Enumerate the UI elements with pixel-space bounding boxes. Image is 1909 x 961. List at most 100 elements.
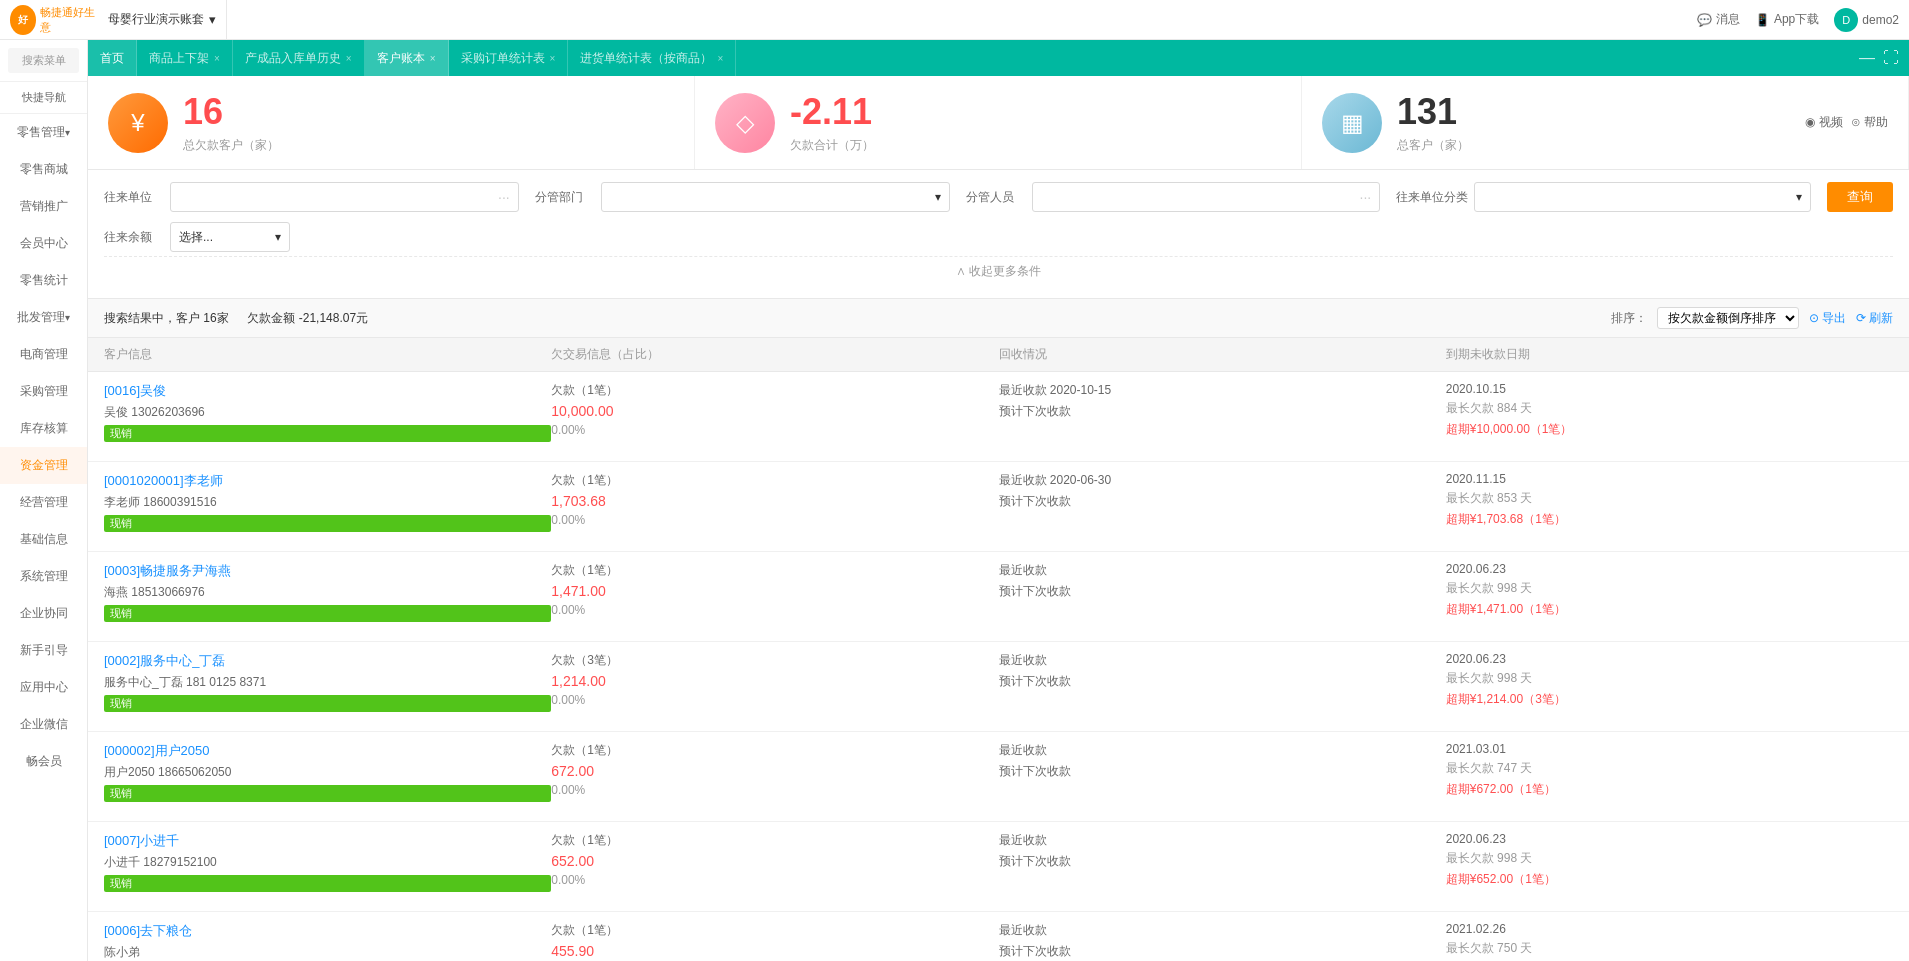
sidebar-item-purchase[interactable]: 采购管理 (0, 373, 87, 410)
sidebar-label: 零售商城 (20, 162, 68, 176)
balance-chevron-icon: ▾ (275, 230, 281, 244)
customer-link-0[interactable]: [0016]吴俊 (104, 382, 551, 400)
app-label: App下载 (1774, 11, 1819, 28)
search-menu-btn[interactable]: 搜索菜单 (8, 48, 79, 73)
overdue-amount-0[interactable]: 超期¥10,000.00（1笔） (1446, 421, 1893, 438)
message-icon: 💬 (1697, 13, 1712, 27)
app-download-btn[interactable]: 📱 App下载 (1755, 11, 1819, 28)
cell-customer-5: [0007]小进千 小进千 18279152100 现销 (104, 832, 551, 901)
cell-due-1: 2020.11.15 最长欠款 853 天 超期¥1,703.68（1笔） (1446, 472, 1893, 541)
sidebar-item-membership[interactable]: 畅会员 (0, 743, 87, 780)
user-btn[interactable]: D demo2 (1834, 8, 1899, 32)
last-repay-1: 最近收款 2020-06-30 (999, 472, 1446, 489)
customer-link-3[interactable]: [0002]服务中心_丁磊 (104, 652, 551, 670)
tab-customer-account[interactable]: 客户账本 × (365, 40, 449, 76)
dept-select[interactable]: ▾ (601, 182, 950, 212)
tab-products-close[interactable]: × (214, 53, 220, 64)
query-btn[interactable]: 查询 (1827, 182, 1893, 212)
app-wrapper: 好 畅捷通好生意 母婴行业演示账套 ▾ 💬 消息 📱 App下载 D demo2 (0, 0, 1909, 961)
debt-amount-6: 455.90 (551, 943, 998, 959)
customer-link-6[interactable]: [0006]去下粮仓 (104, 922, 551, 940)
overdue-amount-1[interactable]: 超期¥1,703.68（1笔） (1446, 511, 1893, 528)
tab-production-history[interactable]: 产成品入库单历史 × (233, 40, 365, 76)
tab-production-close[interactable]: × (346, 53, 352, 64)
cell-debt-4: 欠款（1笔） 672.00 0.00% (551, 742, 998, 811)
help-btn[interactable]: ⊙ 帮助 (1851, 114, 1888, 131)
debt-ratio-2: 0.00% (551, 603, 998, 617)
collapse-bar[interactable]: ∧ 收起更多条件 (104, 256, 1893, 286)
cell-debt-0: 欠款（1笔） 10,000.00 0.00% (551, 382, 998, 451)
overdue-amount-3[interactable]: 超期¥1,214.00（3笔） (1446, 691, 1893, 708)
tab-purchase-stats[interactable]: 采购订单统计表 × (449, 40, 569, 76)
last-repay-5: 最近收款 (999, 832, 1446, 849)
customer-link-4[interactable]: [000002]用户2050 (104, 742, 551, 760)
tab-customer-label: 客户账本 (377, 50, 425, 67)
sidebar-label: 基础信息 (20, 532, 68, 546)
quick-nav-btn[interactable]: 快捷导航 (0, 82, 87, 114)
balance-select[interactable]: 选择... ▾ (170, 222, 290, 252)
stat-card-debt-amount: ◇ -2.11 欠款合计（万） (695, 76, 1302, 169)
sidebar-item-corp-wechat[interactable]: 企业微信 (0, 706, 87, 743)
sort-select[interactable]: 按欠款金额倒序排序 (1657, 307, 1799, 329)
stat-info-amount: -2.11 欠款合计（万） (790, 91, 874, 154)
cell-repay-0: 最近收款 2020-10-15 预计下次收款 (999, 382, 1446, 451)
overdue-amount-5[interactable]: 超期¥652.00（1笔） (1446, 871, 1893, 888)
tab-expand-btn[interactable]: ⛶ (1883, 49, 1899, 67)
due-date-6: 2021.02.26 (1446, 922, 1893, 936)
customer-link-2[interactable]: [0003]畅捷服务尹海燕 (104, 562, 551, 580)
sidebar-item-member[interactable]: 会员中心 (0, 225, 87, 262)
sidebar-item-enterprise[interactable]: 企业协同 (0, 595, 87, 632)
sidebar-item-app-center[interactable]: 应用中心 (0, 669, 87, 706)
video-btn[interactable]: ◉ 视频 (1805, 114, 1842, 131)
cell-debt-2: 欠款（1笔） 1,471.00 0.00% (551, 562, 998, 631)
tab-purchase-by-product[interactable]: 进货单统计表（按商品） × (568, 40, 736, 76)
refresh-btn[interactable]: ⟳ 刷新 (1856, 310, 1893, 327)
person-input[interactable]: ··· (1032, 182, 1381, 212)
refresh-icon: ⟳ (1856, 311, 1866, 325)
overdue-amount-2[interactable]: 超期¥1,471.00（1笔） (1446, 601, 1893, 618)
message-btn[interactable]: 💬 消息 (1697, 11, 1740, 28)
customer-link-1[interactable]: [0001020001]李老师 (104, 472, 551, 490)
sidebar-item-newbie[interactable]: 新手引导 (0, 632, 87, 669)
overdue-amount-4[interactable]: 超期¥672.00（1笔） (1446, 781, 1893, 798)
last-repay-2: 最近收款 (999, 562, 1446, 579)
store-selector[interactable]: 母婴行业演示账套 ▾ (98, 0, 227, 39)
sidebar-item-retail-stats[interactable]: 零售统计 (0, 262, 87, 299)
overdue-days-0: 最长欠款 884 天 (1446, 400, 1893, 417)
result-prefix: 搜索结果中，客户 (104, 311, 200, 325)
main-area: 搜索菜单 快捷导航 零售管理▾ 零售商城 营销推广 会员中心 零售统计 (0, 40, 1909, 961)
tab-purchase-product-close[interactable]: × (717, 53, 723, 64)
result-actions: 排序： 按欠款金额倒序排序 ⊙ 导出 ⟳ 刷新 (1611, 307, 1893, 329)
sidebar-item-basic-info[interactable]: 基础信息 (0, 521, 87, 558)
export-btn[interactable]: ⊙ 导出 (1809, 310, 1846, 327)
tab-home[interactable]: 首页 (88, 40, 137, 76)
next-repay-2: 预计下次收款 (999, 583, 1446, 600)
tab-customer-close[interactable]: × (430, 53, 436, 64)
stats-row: ¥ 16 总欠款客户（家） ◇ -2.11 欠款合计（万） (88, 76, 1909, 170)
tab-purchase-close[interactable]: × (550, 53, 556, 64)
sidebar-item-retail-mall[interactable]: 零售商城 (0, 151, 87, 188)
customer-tag-2: 现销 (104, 605, 551, 622)
category-select[interactable]: ▾ (1474, 182, 1811, 212)
stat-icon-amount: ◇ (715, 93, 775, 153)
sidebar-label: 会员中心 (20, 236, 68, 250)
sidebar-item-batch-mgmt[interactable]: 批发管理▾ (0, 299, 87, 336)
debt-count-4: 欠款（1笔） (551, 742, 998, 759)
tab-collapse-btn[interactable]: — (1859, 49, 1875, 67)
sidebar-item-marketing[interactable]: 营销推广 (0, 188, 87, 225)
sidebar-item-ecommerce[interactable]: 电商管理 (0, 336, 87, 373)
content-area: 首页 商品上下架 × 产成品入库单历史 × 客户账本 × 采购订单统计表 × (88, 40, 1909, 961)
sidebar-item-system[interactable]: 系统管理 (0, 558, 87, 595)
sidebar-item-operation[interactable]: 经营管理 (0, 484, 87, 521)
cell-customer-4: [000002]用户2050 用户2050 18665062050 现销 (104, 742, 551, 811)
tab-products[interactable]: 商品上下架 × (137, 40, 233, 76)
sidebar-item-retail-mgmt[interactable]: 零售管理▾ (0, 114, 87, 151)
tab-purchase-product-label: 进货单统计表（按商品） (580, 50, 712, 67)
stat-info-total: 131 总客户（家） (1397, 91, 1469, 154)
user-label: demo2 (1862, 13, 1899, 27)
sidebar-item-capital[interactable]: 资金管理 (0, 447, 87, 484)
source-unit-input[interactable]: ··· (170, 182, 519, 212)
sidebar-item-inventory[interactable]: 库存核算 (0, 410, 87, 447)
stat-label-debt-customers: 总欠款客户（家） (183, 137, 279, 154)
customer-link-5[interactable]: [0007]小进千 (104, 832, 551, 850)
